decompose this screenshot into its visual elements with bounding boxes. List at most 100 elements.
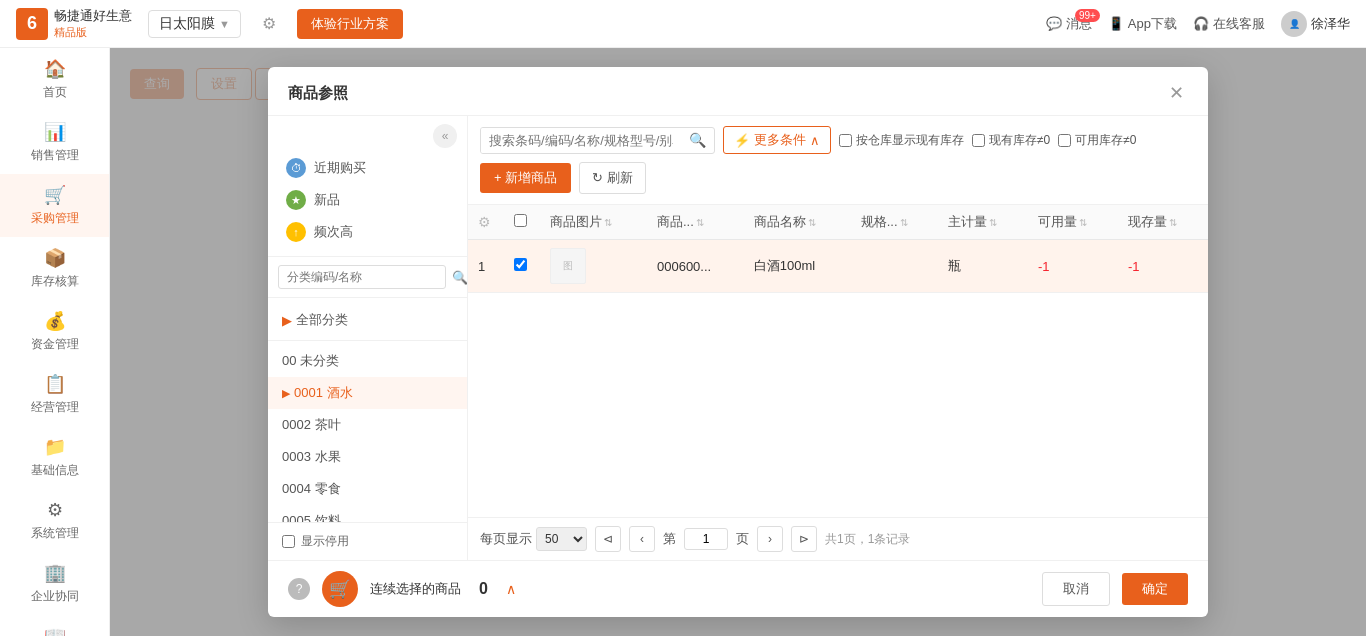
modal-title: 商品参照: [288, 84, 348, 103]
sidebar-item-home[interactable]: 🏠 首页: [0, 48, 109, 111]
modal-body: « ⏱ 近期购买 ★ 新品 ↑: [268, 116, 1208, 560]
finance-icon: 💰: [44, 310, 66, 332]
sidebar: 🏠 首页 📊 销售管理 🛒 采购管理 📦 库存核算 💰 资金管理 📋 经营管理 …: [0, 48, 110, 636]
confirm-btn[interactable]: 确定: [1122, 573, 1188, 605]
online-service-btn[interactable]: 🎧 在线客服: [1193, 15, 1265, 33]
th-spec-sort[interactable]: 规格... ⇅: [861, 213, 928, 231]
page-number-input[interactable]: [684, 528, 728, 550]
sidebar-item-finance[interactable]: 💰 资金管理: [0, 300, 109, 363]
pagination-row: 每页显示 10 20 50 100 ⊲ ‹ 第: [468, 517, 1208, 560]
th-checkbox[interactable]: [504, 205, 540, 240]
cart-count: 0: [473, 580, 494, 598]
cat-search-icon[interactable]: 🔍: [452, 270, 468, 285]
product-reference-modal: 商品参照 ✕ « ⏱: [268, 67, 1208, 617]
quick-access: « ⏱ 近期购买 ★ 新品 ↑: [268, 116, 467, 257]
th-code: 商品... ⇅: [647, 205, 744, 240]
collapse-footer-icon[interactable]: ∧: [506, 581, 516, 597]
sidebar-item-guide[interactable]: 📖 新手引导: [0, 615, 109, 636]
sidebar-item-basic[interactable]: 📁 基础信息: [0, 426, 109, 489]
exp-btn[interactable]: 体验行业方案: [297, 9, 403, 39]
by-warehouse-checkbox[interactable]: [839, 134, 852, 147]
available-ne0-checkbox-label[interactable]: 现有库存≠0: [972, 132, 1050, 149]
continuous-label: 连续选择的商品: [370, 580, 461, 598]
app-download-btn[interactable]: 📱 App下载: [1108, 15, 1177, 33]
category-search-input[interactable]: [278, 265, 446, 289]
message-badge: 99+: [1075, 9, 1100, 22]
show-disabled-checkbox[interactable]: [282, 535, 295, 548]
sidebar-item-operation[interactable]: 📋 经营管理: [0, 363, 109, 426]
th-unit-sort[interactable]: 主计量 ⇅: [948, 213, 1018, 231]
usable-ne0-checkbox[interactable]: [1058, 134, 1071, 147]
cat-snack[interactable]: 0004 零食: [268, 473, 467, 505]
cat-drink[interactable]: 0005 饮料: [268, 505, 467, 522]
user-menu[interactable]: 👤 徐泽华: [1281, 11, 1350, 37]
store-selector[interactable]: 日太阳膜 ▼: [148, 10, 241, 38]
usable-ne0-checkbox-label[interactable]: 可用库存≠0: [1058, 132, 1136, 149]
by-warehouse-checkbox-label[interactable]: 按仓库显示现有库存: [839, 132, 964, 149]
avatar: 👤: [1281, 11, 1307, 37]
freq-icon: ↑: [286, 222, 306, 242]
modal-close-btn[interactable]: ✕: [1164, 81, 1188, 105]
cat-liquor[interactable]: ▶ 0001 酒水: [268, 377, 467, 409]
td-name: 白酒100ml: [744, 240, 851, 293]
quick-recent[interactable]: ⏱ 近期购买: [278, 152, 457, 184]
filter-icon: ⚡: [734, 133, 750, 148]
sidebar-item-inventory[interactable]: 📦 库存核算: [0, 237, 109, 300]
next-page-btn[interactable]: ›: [757, 526, 783, 552]
page-size-select[interactable]: 10 20 50 100: [536, 527, 587, 551]
cat-fruit[interactable]: 0003 水果: [268, 441, 467, 473]
table-row[interactable]: 1 图: [468, 240, 1208, 293]
td-available: -1: [1028, 240, 1118, 293]
row-checkbox[interactable]: [514, 258, 527, 271]
th-code-sort[interactable]: 商品... ⇅: [657, 213, 734, 231]
logo-text: 畅捷通好生意 精品版: [54, 8, 132, 39]
cart-icon[interactable]: 🛒: [322, 571, 358, 607]
th-stock-sort[interactable]: 现存量 ⇅: [1128, 213, 1198, 231]
th-image-sort[interactable]: 商品图片 ⇅: [550, 213, 637, 231]
sidebar-item-system[interactable]: ⚙ 系统管理: [0, 489, 109, 552]
main-layout: 🏠 首页 📊 销售管理 🛒 采购管理 📦 库存核算 💰 资金管理 📋 经营管理 …: [0, 48, 1366, 636]
guide-icon: 📖: [44, 625, 66, 636]
cat-all[interactable]: ▶ 全部分类: [268, 304, 467, 336]
modal-header: 商品参照 ✕: [268, 67, 1208, 116]
th-stock: 现存量 ⇅: [1118, 205, 1208, 240]
page-size-wrap: 每页显示 10 20 50 100: [480, 527, 587, 551]
help-icon[interactable]: ?: [288, 578, 310, 600]
product-search-input[interactable]: [481, 128, 681, 153]
select-all-checkbox[interactable]: [514, 214, 527, 227]
page-total-info: 共1页，1条记录: [825, 531, 910, 548]
refresh-btn[interactable]: ↻ 刷新: [579, 162, 646, 194]
cat-unclassified[interactable]: 00 未分类: [268, 345, 467, 377]
available-ne0-checkbox[interactable]: [972, 134, 985, 147]
sidebar-item-enterprise[interactable]: 🏢 企业协同: [0, 552, 109, 615]
recent-icon: ⏱: [286, 158, 306, 178]
sidebar-item-purchase[interactable]: 🛒 采购管理: [0, 174, 109, 237]
show-disabled-row[interactable]: 显示停用: [268, 522, 467, 560]
th-name-sort[interactable]: 商品名称 ⇅: [754, 213, 841, 231]
add-product-btn[interactable]: + 新增商品: [480, 163, 571, 193]
quick-freq[interactable]: ↑ 频次高: [278, 216, 457, 248]
cat-tea[interactable]: 0002 茶叶: [268, 409, 467, 441]
expand-icon: ▶: [282, 313, 292, 328]
td-stock: -1: [1118, 240, 1208, 293]
quick-new[interactable]: ★ 新品: [278, 184, 457, 216]
settings-icon[interactable]: ⚙: [253, 8, 285, 40]
first-page-btn[interactable]: ⊲: [595, 526, 621, 552]
td-code: 000600...: [647, 240, 744, 293]
modal-overlay: 商品参照 ✕ « ⏱: [110, 48, 1366, 636]
message-btn[interactable]: 💬 消息 99+: [1046, 15, 1092, 33]
product-search-btn[interactable]: 🔍: [681, 128, 714, 152]
sales-icon: 📊: [44, 121, 66, 143]
collapse-panel-btn[interactable]: «: [433, 124, 457, 148]
prev-page-btn[interactable]: ‹: [629, 526, 655, 552]
th-available-sort[interactable]: 可用量 ⇅: [1038, 213, 1108, 231]
last-page-btn[interactable]: ⊳: [791, 526, 817, 552]
cancel-btn[interactable]: 取消: [1042, 572, 1110, 606]
td-checkbox[interactable]: [504, 240, 540, 293]
topbar-right: 💬 消息 99+ 📱 App下载 🎧 在线客服 👤 徐泽华: [1046, 11, 1350, 37]
th-settings[interactable]: ⚙: [468, 205, 504, 240]
chevron-down-icon: ▼: [219, 18, 230, 30]
more-filter-btn[interactable]: ⚡ 更多条件 ∧: [723, 126, 831, 154]
sidebar-item-sales[interactable]: 📊 销售管理: [0, 111, 109, 174]
th-available: 可用量 ⇅: [1028, 205, 1118, 240]
